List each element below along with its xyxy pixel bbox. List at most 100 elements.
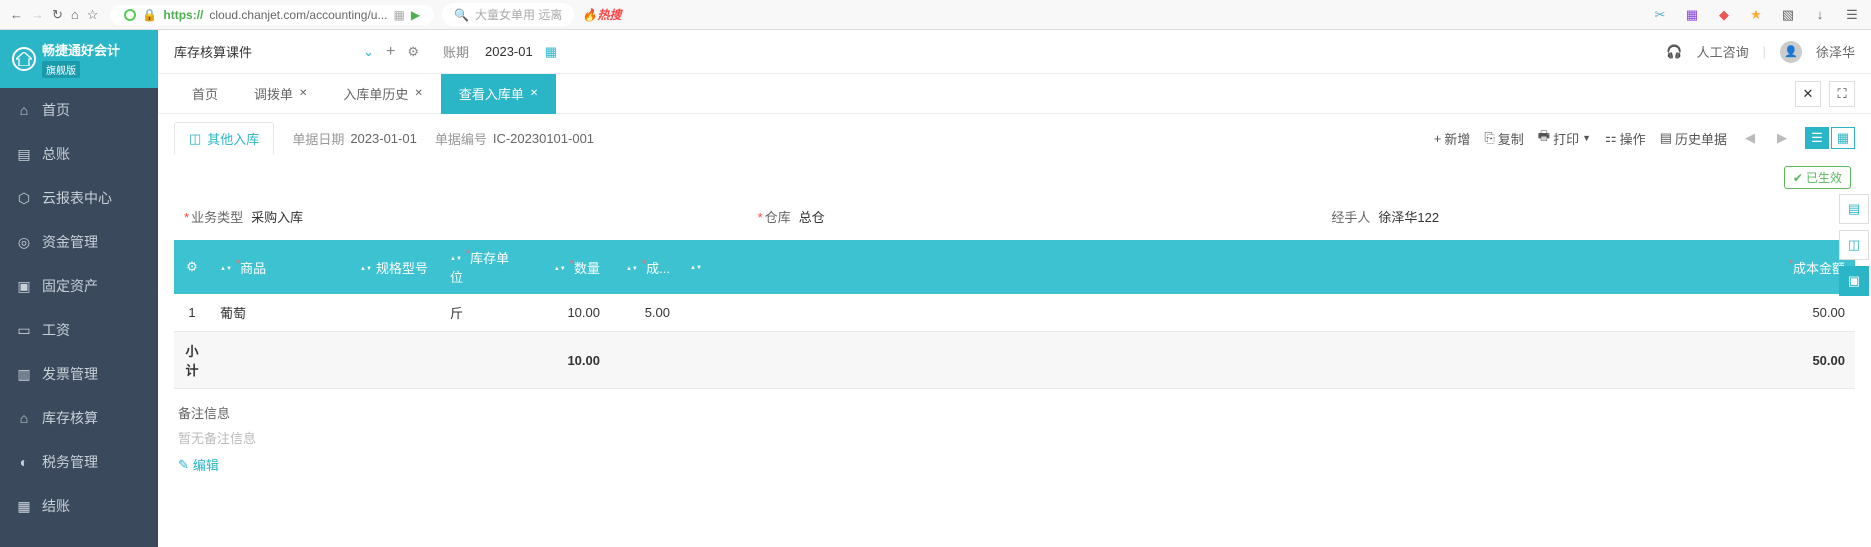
tab-label: 入库单历史	[343, 84, 408, 103]
prev-doc[interactable]: ◀	[1741, 130, 1759, 146]
nav-reports[interactable]: ⬡云报表中心	[0, 176, 158, 220]
nav-close[interactable]: ▦结账	[0, 484, 158, 528]
tab-close-icon[interactable]: ✕	[414, 88, 422, 99]
brand[interactable]: 畅捷通好会计 旗舰版	[0, 30, 158, 88]
tab-close-icon[interactable]: ✕	[530, 88, 538, 99]
subtotal-amount: 50.00	[720, 332, 1855, 389]
ext-icon-2[interactable]: ▦	[1683, 6, 1701, 24]
username[interactable]: 徐泽华	[1816, 42, 1855, 61]
nav-label: 首页	[42, 100, 70, 120]
th-blank[interactable]: ▲▼	[680, 240, 720, 294]
plus-icon[interactable]: +	[386, 43, 395, 61]
remark-section: 备注信息 暂无备注信息 ✎ 编辑	[158, 389, 1871, 488]
go-icon[interactable]: ▶	[411, 8, 420, 22]
search-box[interactable]: 🔍 大童女单用 远离	[442, 3, 574, 26]
calendar-icon[interactable]: ▦	[545, 44, 557, 60]
refresh-icon[interactable]: ↻	[52, 7, 63, 23]
ext-icon-4[interactable]: ★	[1747, 6, 1765, 24]
tab-view-inbound[interactable]: 查看入库单✕	[441, 74, 556, 114]
nav-label: 云报表中心	[42, 188, 112, 208]
th-spec[interactable]: ▲▼规格型号	[350, 240, 440, 294]
nav-salary[interactable]: ▭ 工资	[0, 308, 158, 352]
nav-home[interactable]: ⌂首页	[0, 88, 158, 132]
table-row[interactable]: 1 葡萄 斤 10.00 5.00 50.00	[174, 294, 1855, 332]
copy-button[interactable]: ⎘ 复制	[1484, 129, 1523, 148]
edit-remark-button[interactable]: ✎ 编辑	[178, 455, 1851, 474]
nav-funds[interactable]: ◎资金管理	[0, 220, 158, 264]
rail-btn-2[interactable]: ◫	[1839, 230, 1869, 260]
url-box[interactable]: 🔒 https://cloud.chanjet.com/accounting/u…	[110, 5, 434, 25]
th-cost[interactable]: ▲▼*成...	[610, 240, 680, 294]
tab-home[interactable]: 首页	[174, 74, 236, 114]
doc-type: 其他入库	[207, 129, 259, 148]
brand-title: 畅捷通好会计	[42, 40, 120, 59]
new-button[interactable]: + 新增	[1434, 129, 1471, 148]
ext-icon-3[interactable]: ◆	[1715, 6, 1733, 24]
ext-icon-5[interactable]: ▧	[1779, 6, 1797, 24]
th-product[interactable]: ▲▼*商品	[210, 240, 350, 294]
url-prefix: https://	[163, 8, 203, 22]
avatar[interactable]: 👤	[1780, 41, 1802, 63]
sidebar: 畅捷通好会计 旗舰版 ⌂首页 ▤总账 ⬡云报表中心 ◎资金管理 ▣固定资产 ▭ 工…	[0, 30, 158, 547]
print-button[interactable]: 🖶 打印 ▼	[1538, 127, 1591, 149]
doc-header: ◫ 其他入库 单据日期2023-01-01 单据编号IC-20230101-00…	[158, 114, 1871, 162]
history-button[interactable]: ▤ 历史单据	[1660, 129, 1727, 148]
tab-close-icon[interactable]: ✕	[299, 88, 307, 99]
doc-date: 2023-01-01	[350, 131, 417, 146]
handler-label: 经手人	[1331, 207, 1370, 226]
org-selector[interactable]: 库存核算课件 ⌄	[174, 42, 374, 61]
cell-product: 葡萄	[210, 294, 350, 332]
nav-tax[interactable]: ◐税务管理	[0, 440, 158, 484]
cell-idx: 1	[174, 294, 210, 332]
ledger-icon: ▤	[16, 146, 32, 162]
forward-icon[interactable]: →	[31, 7, 44, 23]
nav-label: 发票管理	[42, 364, 98, 384]
doc-type-tab[interactable]: ◫ 其他入库	[174, 122, 274, 154]
tab-bar: 首页 调拨单✕ 入库单历史 ✕ 查看入库单✕ ✕ ⛶	[158, 74, 1871, 114]
rail-btn-1[interactable]: ▤	[1839, 194, 1869, 224]
hot-badge[interactable]: 🔥热搜	[582, 6, 621, 23]
rail-btn-3[interactable]: ▣	[1839, 266, 1869, 296]
ops-button[interactable]: ⚏ 操作	[1605, 129, 1646, 148]
tab-inbound-history[interactable]: 入库单历史 ✕	[325, 74, 440, 114]
close-all-tabs[interactable]: ✕	[1795, 81, 1821, 107]
th-amount[interactable]: *成本金额	[720, 240, 1855, 294]
next-doc[interactable]: ▶	[1773, 130, 1791, 146]
secure-icon	[124, 9, 136, 21]
view-list[interactable]: ☰	[1805, 127, 1829, 149]
th-qty[interactable]: ▲▼*数量	[530, 240, 610, 294]
cell-qty: 10.00	[530, 294, 610, 332]
nav-inventory[interactable]: ⌂库存核算	[0, 396, 158, 440]
brand-subtitle: 旗舰版	[42, 61, 80, 78]
home-icon[interactable]: ⌂	[71, 7, 79, 23]
fullscreen-button[interactable]: ⛶	[1829, 81, 1855, 107]
star-icon[interactable]: ☆	[87, 7, 99, 23]
nav-label: 工资	[42, 320, 70, 340]
url-text: cloud.chanjet.com/accounting/u...	[209, 8, 387, 22]
ext-icon-7[interactable]: ☰	[1843, 6, 1861, 24]
tab-transfer[interactable]: 调拨单✕	[236, 74, 325, 114]
content: ◫ 其他入库 单据日期2023-01-01 单据编号IC-20230101-00…	[158, 114, 1871, 547]
gear-icon: ⚙	[186, 259, 198, 274]
nav-ledger[interactable]: ▤总账	[0, 132, 158, 176]
ext-icon-6[interactable]: ↓	[1811, 6, 1829, 24]
headset-icon: 🎧	[1666, 44, 1682, 60]
cell-unit: 斤	[440, 294, 530, 332]
gear-icon[interactable]: ⚙	[407, 44, 419, 60]
funds-icon: ◎	[16, 234, 32, 250]
browser-bar: ← → ↻ ⌂ ☆ 🔒 https://cloud.chanjet.com/ac…	[0, 0, 1871, 30]
assets-icon: ▣	[16, 278, 32, 294]
support-link[interactable]: 人工咨询	[1697, 42, 1749, 61]
search-icon: 🔍	[454, 8, 469, 22]
nav-invoice[interactable]: ▥发票管理	[0, 352, 158, 396]
remark-title: 备注信息	[178, 403, 1851, 422]
qr-icon[interactable]: ▦	[393, 8, 404, 22]
cell-cost: 5.00	[610, 294, 680, 332]
salary-icon: ▭	[16, 322, 32, 338]
cell-spec	[350, 294, 440, 332]
ext-icon-1[interactable]: ✂	[1651, 6, 1669, 24]
back-icon[interactable]: ←	[10, 7, 23, 23]
nav-assets[interactable]: ▣固定资产	[0, 264, 158, 308]
th-unit[interactable]: ▲▼*库存单位	[440, 240, 530, 294]
th-gear[interactable]: ⚙	[174, 240, 210, 294]
